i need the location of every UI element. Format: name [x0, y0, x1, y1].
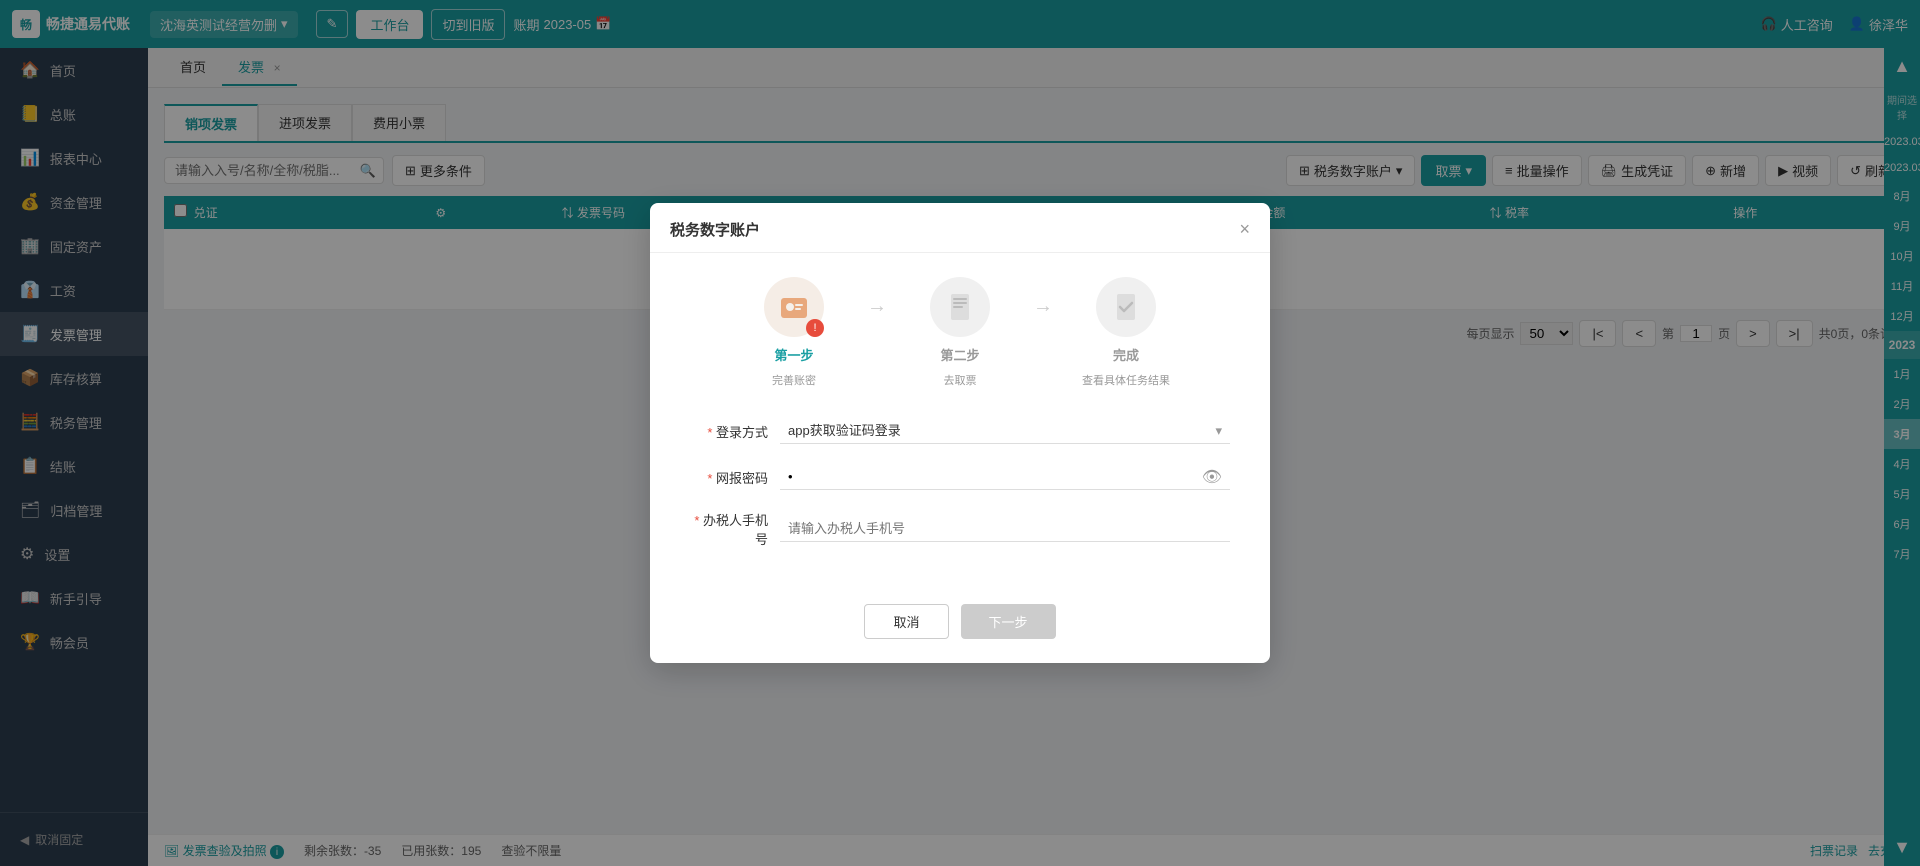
modal-overlay: 税务数字账户 ×	[0, 0, 1920, 866]
modal-header: 税务数字账户 ×	[650, 203, 1270, 253]
tax-digital-modal: 税务数字账户 ×	[650, 203, 1270, 663]
password-row: * 网报密码 👁	[690, 464, 1230, 490]
step-2-label: 第二步	[940, 345, 979, 364]
step-1-label: 第一步	[774, 345, 813, 364]
required-star-2: *	[707, 471, 716, 486]
step-arrow-1: →	[859, 295, 895, 318]
login-method-select[interactable]: app获取验证码登录 密码登录	[780, 418, 1230, 444]
step-3-label: 完成	[1113, 345, 1139, 364]
step-1: ! 第一步 完善账密	[729, 277, 859, 388]
password-label: * 网报密码	[690, 468, 780, 487]
required-star-3: *	[694, 513, 703, 528]
password-wrap: 👁	[780, 464, 1230, 490]
step-2-icon-wrap	[930, 277, 990, 337]
step-1-icon-wrap: !	[764, 277, 824, 337]
modal-close-btn[interactable]: ×	[1239, 219, 1250, 240]
step-2-icon-bg	[930, 277, 990, 337]
login-method-row: * 登录方式 app获取验证码登录 密码登录 ▾	[690, 418, 1230, 444]
step-1-desc: 完善账密	[772, 372, 816, 388]
modal-footer: 取消 下一步	[650, 588, 1270, 663]
modal-body: ! 第一步 完善账密 →	[650, 253, 1270, 588]
password-input[interactable]	[780, 464, 1230, 490]
step-3: 完成 查看具体任务结果	[1061, 277, 1191, 388]
phone-row: * 办税人手机号	[690, 510, 1230, 548]
step-1-svg	[777, 290, 811, 324]
step-arrow-2: →	[1025, 295, 1061, 318]
step-3-icon-bg	[1096, 277, 1156, 337]
step-2-svg	[943, 290, 977, 324]
step-3-svg	[1109, 290, 1143, 324]
step-2-desc: 去取票	[944, 372, 977, 388]
login-method-select-wrap: app获取验证码登录 密码登录 ▾	[780, 418, 1230, 444]
step-1-badge: !	[806, 319, 824, 337]
phone-input[interactable]	[780, 516, 1230, 542]
modal-title: 税务数字账户	[670, 219, 760, 240]
login-method-label: * 登录方式	[690, 422, 780, 441]
steps-row: ! 第一步 完善账密 →	[690, 277, 1230, 388]
select-dropdown-icon: ▾	[1215, 423, 1222, 439]
cancel-button[interactable]: 取消	[864, 604, 948, 639]
step-3-desc: 查看具体任务结果	[1082, 372, 1170, 388]
step-3-icon-wrap	[1096, 277, 1156, 337]
phone-label: * 办税人手机号	[690, 510, 780, 548]
next-button[interactable]: 下一步	[961, 604, 1056, 639]
step-2: 第二步 去取票	[895, 277, 1025, 388]
eye-icon[interactable]: 👁	[1202, 467, 1222, 487]
required-star-1: *	[707, 425, 716, 440]
